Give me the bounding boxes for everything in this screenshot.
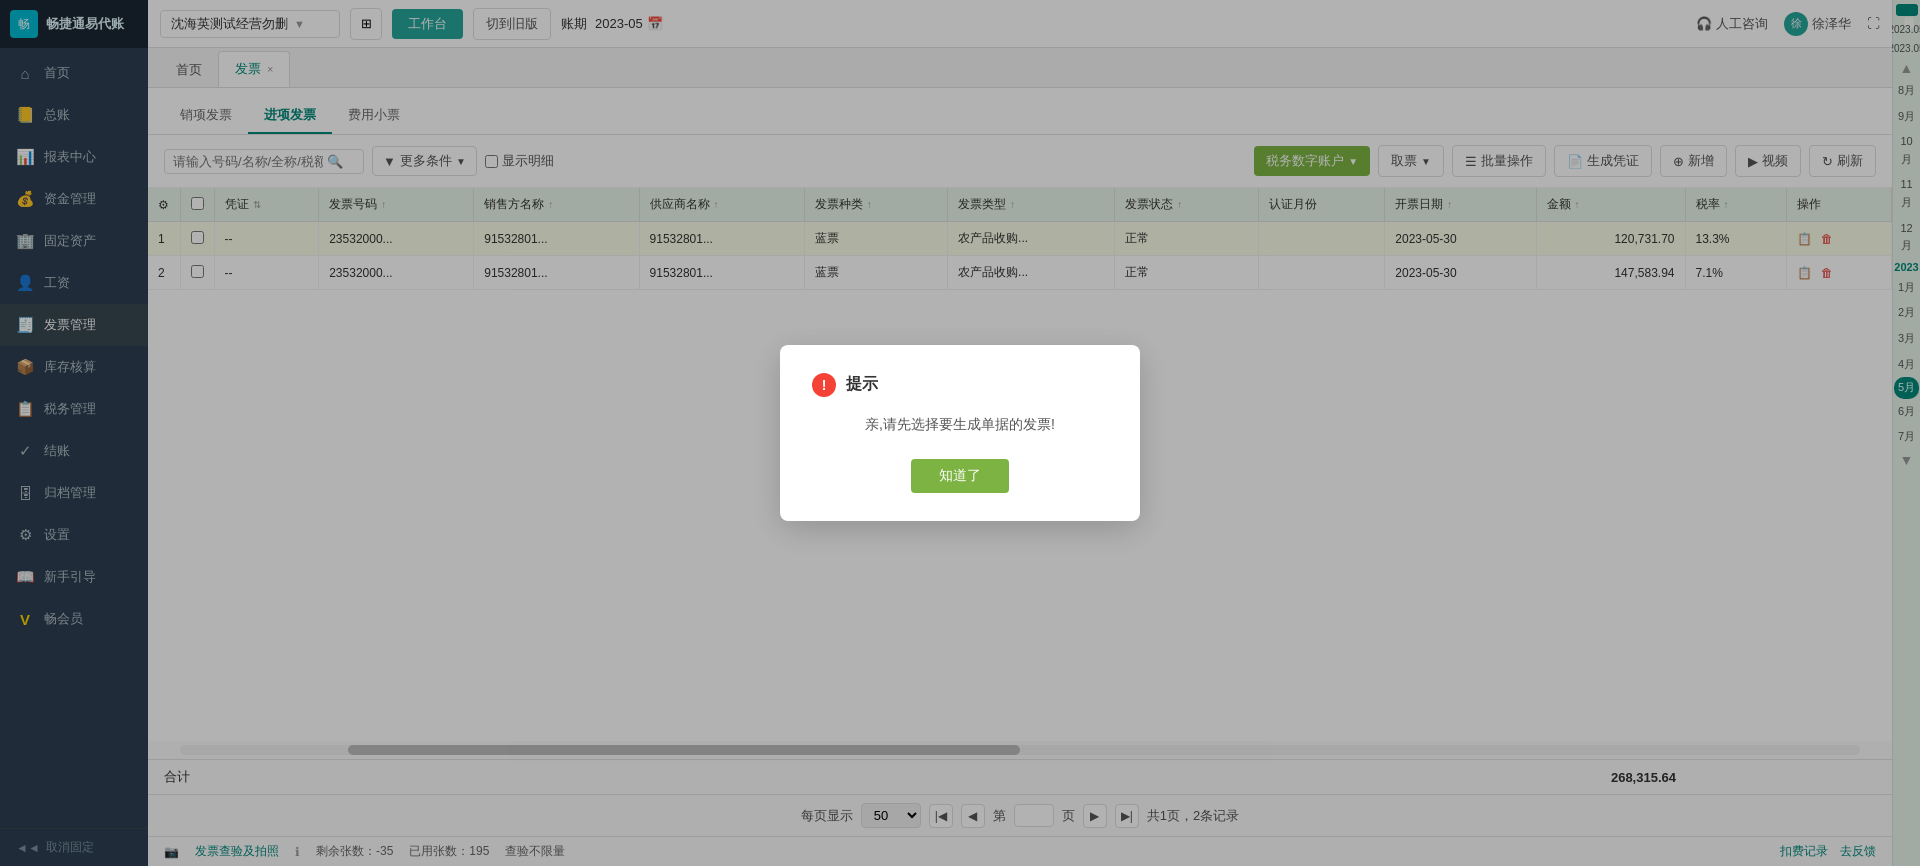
modal-overlay: ! 提示 亲,请先选择要生成单据的发票! 知道了 [0, 0, 1920, 866]
dialog-body: 亲,请先选择要生成单据的发票! [812, 413, 1108, 435]
dialog-header: ! 提示 [812, 373, 1108, 397]
dialog-confirm-button[interactable]: 知道了 [911, 459, 1009, 493]
dialog-footer: 知道了 [812, 459, 1108, 493]
alert-dialog: ! 提示 亲,请先选择要生成单据的发票! 知道了 [780, 345, 1140, 521]
dialog-title: 提示 [846, 374, 878, 395]
warning-icon: ! [812, 373, 836, 397]
